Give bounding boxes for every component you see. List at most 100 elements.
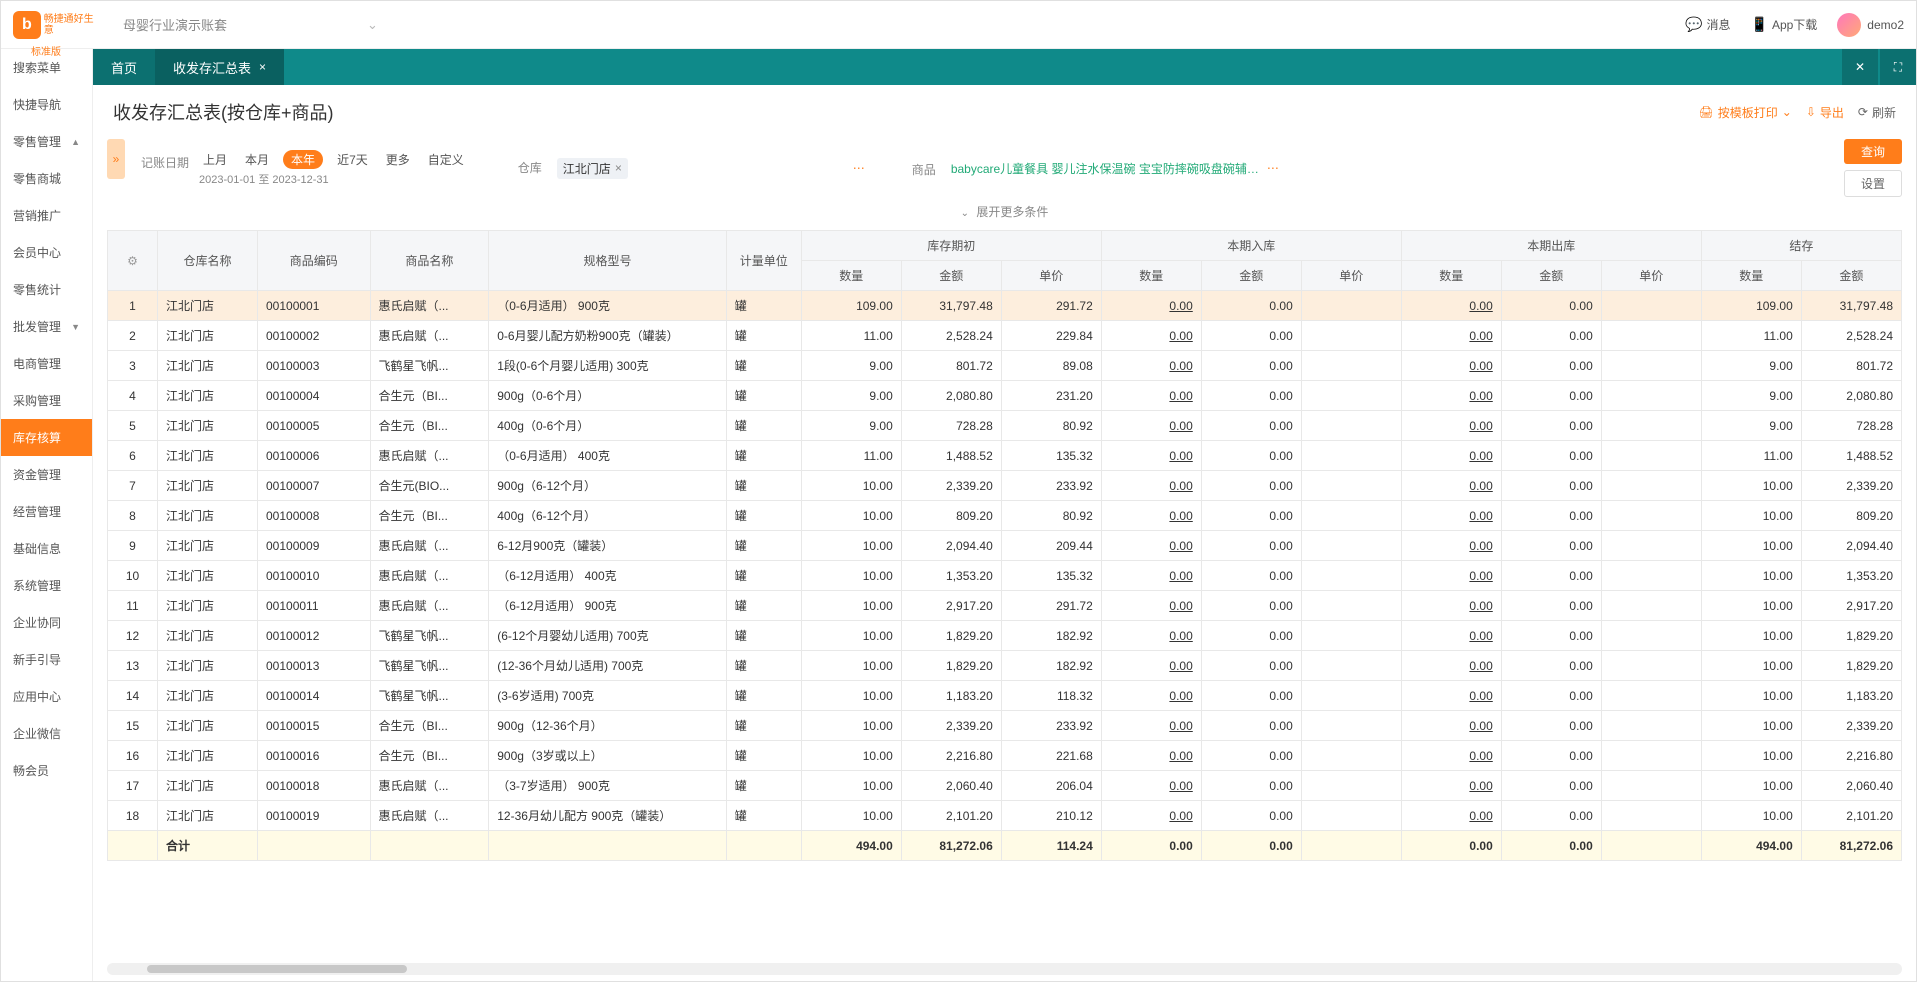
chip-remove-icon[interactable]: ×	[615, 161, 622, 175]
table-row[interactable]: 6江北门店00100006惠氏启赋（...（0-6月适用） 400克罐11.00…	[108, 441, 1902, 471]
cell-out-qty[interactable]: 0.00	[1401, 801, 1501, 831]
cell-in-qty[interactable]: 0.00	[1101, 351, 1201, 381]
user-menu[interactable]: demo2	[1837, 13, 1904, 37]
table-row[interactable]: 10江北门店00100010惠氏启赋（...（6-12月适用） 400克罐10.…	[108, 561, 1902, 591]
col-open-qty[interactable]: 数量	[801, 261, 901, 291]
cell-out-qty[interactable]: 0.00	[1401, 711, 1501, 741]
date-preset[interactable]: 本年	[283, 150, 323, 169]
sidebar-item[interactable]: 批发管理▼	[1, 308, 92, 345]
cell-in-qty[interactable]: 0.00	[1101, 681, 1201, 711]
cell-out-qty[interactable]: 0.00	[1401, 291, 1501, 321]
cell-out-qty[interactable]: 0.00	[1401, 471, 1501, 501]
cell-in-qty[interactable]: 0.00	[1101, 441, 1201, 471]
cell-in-qty[interactable]: 0.00	[1101, 321, 1201, 351]
close-icon[interactable]: ×	[259, 60, 266, 74]
table-row[interactable]: 9江北门店00100009惠氏启赋（...6-12月900克（罐装）罐10.00…	[108, 531, 1902, 561]
more-icon[interactable]: ⋯	[853, 161, 867, 175]
cell-in-qty[interactable]: 0.00	[1101, 381, 1201, 411]
col-name[interactable]: 商品名称	[370, 231, 489, 291]
sidebar-item[interactable]: 零售管理▲	[1, 123, 92, 160]
tab-report[interactable]: 收发存汇总表 ×	[155, 49, 284, 85]
col-out-price[interactable]: 单价	[1601, 261, 1701, 291]
cell-in-qty[interactable]: 0.00	[1101, 471, 1201, 501]
col-warehouse[interactable]: 仓库名称	[158, 231, 258, 291]
messages-link[interactable]: 💬 消息	[1685, 16, 1730, 33]
table-row[interactable]: 12江北门店00100012飞鹤星飞帆...(6-12个月婴幼儿适用) 700克…	[108, 621, 1902, 651]
sidebar-item[interactable]: 采购管理	[1, 382, 92, 419]
cell-out-qty[interactable]: 0.00	[1401, 741, 1501, 771]
cell-out-qty[interactable]: 0.00	[1401, 591, 1501, 621]
account-selector[interactable]: 母婴行业演示账套 ⌄	[123, 15, 378, 34]
col-bal-qty[interactable]: 数量	[1701, 261, 1801, 291]
sidebar-item[interactable]: 系统管理	[1, 567, 92, 604]
col-bal-amt[interactable]: 金额	[1801, 261, 1901, 291]
col-open-price[interactable]: 单价	[1001, 261, 1101, 291]
date-preset[interactable]: 自定义	[424, 150, 468, 169]
cell-in-qty[interactable]: 0.00	[1101, 801, 1201, 831]
col-spec[interactable]: 规格型号	[489, 231, 727, 291]
cell-out-qty[interactable]: 0.00	[1401, 441, 1501, 471]
sidebar-item[interactable]: 营销推广	[1, 197, 92, 234]
sidebar-item[interactable]: 企业微信	[1, 715, 92, 752]
col-in-amt[interactable]: 金额	[1201, 261, 1301, 291]
col-settings[interactable]: ⚙	[108, 231, 158, 291]
sidebar-item[interactable]: 快捷导航	[1, 86, 92, 123]
cell-out-qty[interactable]: 0.00	[1401, 651, 1501, 681]
col-in-qty[interactable]: 数量	[1101, 261, 1201, 291]
horizontal-scrollbar[interactable]	[107, 963, 1902, 975]
scrollbar-thumb[interactable]	[147, 965, 407, 973]
cell-out-qty[interactable]: 0.00	[1401, 411, 1501, 441]
date-preset[interactable]: 上月	[199, 150, 231, 169]
sidebar-item[interactable]: 资金管理	[1, 456, 92, 493]
warehouse-input[interactable]: 江北门店 × ⋯	[552, 155, 872, 182]
table-row[interactable]: 8江北门店00100008合生元（BI...400g（6-12个月）罐10.00…	[108, 501, 1902, 531]
fullscreen-button[interactable]: ⛶	[1880, 49, 1916, 85]
col-out-qty[interactable]: 数量	[1401, 261, 1501, 291]
table-row[interactable]: 1江北门店00100001惠氏启赋（...（0-6月适用） 900克罐109.0…	[108, 291, 1902, 321]
sidebar-item[interactable]: 经营管理	[1, 493, 92, 530]
col-unit[interactable]: 计量单位	[726, 231, 801, 291]
sidebar-item[interactable]: 畅会员	[1, 752, 92, 789]
table-row[interactable]: 2江北门店00100002惠氏启赋（...0-6月婴儿配方奶粉900克（罐装）罐…	[108, 321, 1902, 351]
col-in-price[interactable]: 单价	[1301, 261, 1401, 291]
cell-out-qty[interactable]: 0.00	[1401, 561, 1501, 591]
collapse-filter-handle[interactable]: »	[107, 139, 125, 179]
tab-home[interactable]: 首页	[93, 49, 155, 85]
table-row[interactable]: 17江北门店00100018惠氏启赋（...（3-7岁适用） 900克罐10.0…	[108, 771, 1902, 801]
query-button[interactable]: 查询	[1844, 139, 1902, 164]
table-row[interactable]: 14江北门店00100014飞鹤星飞帆...(3-6岁适用) 700克罐10.0…	[108, 681, 1902, 711]
cell-in-qty[interactable]: 0.00	[1101, 771, 1201, 801]
app-download-link[interactable]: 📱 App下载	[1751, 16, 1818, 33]
sidebar-item[interactable]: 零售统计	[1, 271, 92, 308]
tabs-close-all-button[interactable]: ✕	[1842, 49, 1878, 85]
table-row[interactable]: 4江北门店00100004合生元（BI...900g（0-6个月）罐9.002,…	[108, 381, 1902, 411]
settings-button[interactable]: 设置	[1844, 170, 1902, 197]
cell-in-qty[interactable]: 0.00	[1101, 621, 1201, 651]
date-preset[interactable]: 更多	[382, 150, 414, 169]
table-row[interactable]: 15江北门店00100015合生元（BI...900g（12-36个月）罐10.…	[108, 711, 1902, 741]
date-preset[interactable]: 本月	[241, 150, 273, 169]
cell-out-qty[interactable]: 0.00	[1401, 621, 1501, 651]
table-row[interactable]: 3江北门店00100003飞鹤星飞帆...1段(0-6个月婴儿适用) 300克罐…	[108, 351, 1902, 381]
date-preset[interactable]: 近7天	[333, 150, 372, 169]
cell-in-qty[interactable]: 0.00	[1101, 591, 1201, 621]
table-row[interactable]: 13江北门店00100013飞鹤星飞帆...(12-36个月幼儿适用) 700克…	[108, 651, 1902, 681]
col-out-amt[interactable]: 金额	[1501, 261, 1601, 291]
cell-in-qty[interactable]: 0.00	[1101, 411, 1201, 441]
cell-out-qty[interactable]: 0.00	[1401, 531, 1501, 561]
table-row[interactable]: 7江北门店00100007合生元(BIO...900g（6-12个月）罐10.0…	[108, 471, 1902, 501]
sidebar-item[interactable]: 会员中心	[1, 234, 92, 271]
sidebar-item[interactable]: 基础信息	[1, 530, 92, 567]
cell-in-qty[interactable]: 0.00	[1101, 531, 1201, 561]
cell-in-qty[interactable]: 0.00	[1101, 711, 1201, 741]
cell-in-qty[interactable]: 0.00	[1101, 561, 1201, 591]
cell-out-qty[interactable]: 0.00	[1401, 381, 1501, 411]
cell-out-qty[interactable]: 0.00	[1401, 321, 1501, 351]
sidebar-item[interactable]: 新手引导	[1, 641, 92, 678]
cell-out-qty[interactable]: 0.00	[1401, 771, 1501, 801]
table-row[interactable]: 18江北门店00100019惠氏启赋（...12-36月幼儿配方 900克（罐装…	[108, 801, 1902, 831]
sidebar-item[interactable]: 零售商城	[1, 160, 92, 197]
print-button[interactable]: 🖨 按模板打印 ⌄	[1699, 104, 1792, 121]
cell-in-qty[interactable]: 0.00	[1101, 291, 1201, 321]
sidebar-item[interactable]: 应用中心	[1, 678, 92, 715]
